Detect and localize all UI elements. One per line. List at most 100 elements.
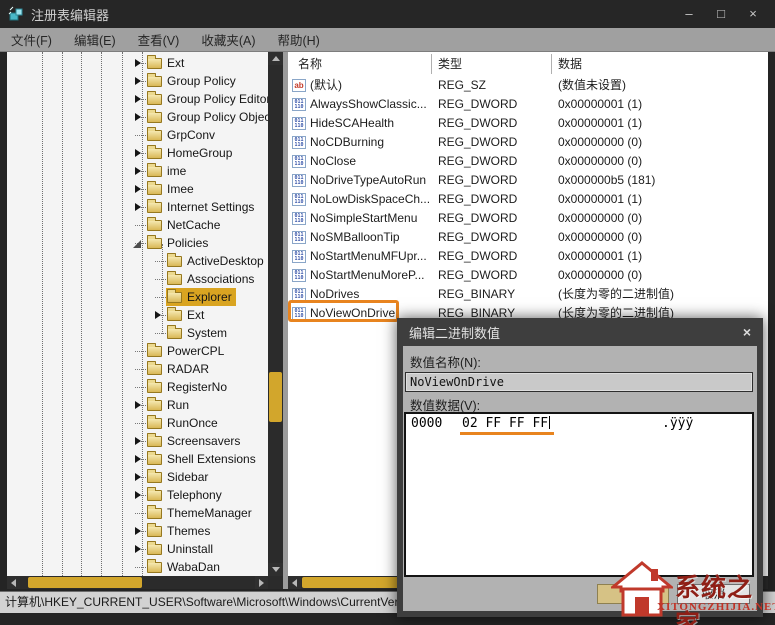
expand-arrow-icon[interactable] — [135, 545, 141, 553]
expand-arrow-icon[interactable] — [135, 455, 141, 463]
column-divider[interactable] — [551, 54, 552, 74]
column-divider[interactable] — [431, 54, 432, 74]
tree-item-themes[interactable]: Themes — [7, 522, 268, 540]
tree-item-activedesktop[interactable]: ActiveDesktop — [7, 252, 268, 270]
maximize-button[interactable]: □ — [705, 0, 737, 28]
tree-item-ext[interactable]: Ext — [7, 54, 268, 72]
dialog-title-bar: 编辑二进制数值 × — [397, 318, 763, 346]
tree-item-runonce[interactable]: RunOnce — [7, 414, 268, 432]
tree-item-group-policy[interactable]: Group Policy — [7, 72, 268, 90]
column-header-data[interactable]: 数据 — [558, 52, 582, 76]
expand-arrow-icon[interactable] — [135, 95, 141, 103]
ok-button[interactable]: 确定 — [597, 584, 669, 604]
menu-help[interactable]: 帮助(H) — [266, 30, 330, 49]
expand-arrow-icon[interactable] — [135, 113, 141, 121]
tree-item-telephony[interactable]: Telephony — [7, 486, 268, 504]
tree-item-ext-child[interactable]: Ext — [7, 306, 268, 324]
value-row[interactable]: NoStartMenuMoreP...REG_DWORD0x00000000 (… — [288, 266, 768, 285]
tree-item-grpconv[interactable]: GrpConv — [7, 126, 268, 144]
value-row[interactable]: NoLowDiskSpaceCh...REG_DWORD0x00000001 (… — [288, 190, 768, 209]
tree-item-system[interactable]: System — [7, 324, 268, 342]
hex-editor-area[interactable]: 0000 02 FF FF FF .ÿÿÿ — [404, 412, 754, 577]
tree-item-wabadan[interactable]: WabaDan — [7, 558, 268, 576]
registry-tree-panel: Ext Group Policy Group Policy Editor Gro… — [7, 52, 268, 576]
value-row[interactable]: NoCloseREG_DWORD0x00000000 (0) — [288, 152, 768, 171]
value-row[interactable]: NoSimpleStartMenuREG_DWORD0x00000000 (0) — [288, 209, 768, 228]
value-row[interactable]: HideSCAHealthREG_DWORD0x00000001 (1) — [288, 114, 768, 133]
value-name-field[interactable]: NoViewOnDrive — [405, 372, 753, 392]
menu-file[interactable]: 文件(F) — [0, 30, 63, 49]
tree-item-sidebar[interactable]: Sidebar — [7, 468, 268, 486]
expand-arrow-icon[interactable] — [135, 203, 141, 211]
tree-vertical-scrollbar[interactable] — [268, 52, 283, 576]
hex-bytes[interactable]: 02 FF FF FF — [462, 416, 550, 432]
folder-icon — [167, 274, 182, 285]
folder-icon — [147, 490, 162, 501]
value-row[interactable]: NoDriveTypeAutoRunREG_DWORD0x000000b5 (1… — [288, 171, 768, 190]
folder-icon — [147, 436, 162, 447]
menu-view[interactable]: 查看(V) — [127, 30, 191, 49]
tree-item-ime[interactable]: ime — [7, 162, 268, 180]
tree-item-group-policy-objects[interactable]: Group Policy Objec — [7, 108, 268, 126]
value-row-default[interactable]: (默认)REG_SZ(数值未设置) — [288, 76, 768, 95]
column-header-type[interactable]: 类型 — [438, 52, 462, 76]
close-button[interactable]: × — [737, 0, 769, 28]
menu-edit[interactable]: 编辑(E) — [63, 30, 127, 49]
collapse-arrow-icon[interactable] — [133, 240, 141, 248]
tree-item-powercpl[interactable]: PowerCPL — [7, 342, 268, 360]
tree-item-shell-extensions[interactable]: Shell Extensions — [7, 450, 268, 468]
column-header-name[interactable]: 名称 — [298, 52, 322, 76]
expand-arrow-icon[interactable] — [155, 311, 161, 319]
scroll-right-button[interactable] — [255, 576, 268, 589]
dialog-close-icon[interactable]: × — [743, 324, 751, 340]
scroll-up-button[interactable] — [268, 52, 283, 65]
binary-value-icon — [292, 231, 306, 244]
folder-icon — [147, 238, 162, 249]
value-row[interactable]: AlwaysShowClassic...REG_DWORD0x00000001 … — [288, 95, 768, 114]
tree-item-policies[interactable]: Policies — [7, 234, 268, 252]
tree-item-group-policy-editor[interactable]: Group Policy Editor — [7, 90, 268, 108]
expand-arrow-icon[interactable] — [135, 527, 141, 535]
value-row[interactable]: NoCDBurningREG_DWORD0x00000000 (0) — [288, 133, 768, 152]
tree-item-uninstall[interactable]: Uninstall — [7, 540, 268, 558]
tree-item-netcache[interactable]: NetCache — [7, 216, 268, 234]
scroll-left-button[interactable] — [288, 576, 301, 589]
tree-item-registerno[interactable]: RegisterNo — [7, 378, 268, 396]
cancel-button[interactable]: 取消 — [677, 584, 750, 604]
folder-icon — [147, 364, 162, 375]
edit-binary-value-dialog: 编辑二进制数值 × 数值名称(N): NoViewOnDrive 数值数据(V)… — [397, 318, 763, 617]
expand-arrow-icon[interactable] — [135, 437, 141, 445]
tree-item-run[interactable]: Run — [7, 396, 268, 414]
expand-arrow-icon[interactable] — [135, 149, 141, 157]
annotation-highlight-box — [288, 300, 399, 322]
tree-item-imee[interactable]: Imee — [7, 180, 268, 198]
tree-horizontal-scrollbar[interactable] — [7, 576, 268, 589]
expand-arrow-icon[interactable] — [135, 77, 141, 85]
minimize-button[interactable]: – — [673, 0, 705, 28]
tree-item-internet-settings[interactable]: Internet Settings — [7, 198, 268, 216]
binary-value-icon — [292, 250, 306, 263]
expand-arrow-icon[interactable] — [135, 401, 141, 409]
expand-arrow-icon[interactable] — [135, 185, 141, 193]
vertical-scroll-thumb[interactable] — [269, 372, 282, 422]
expand-arrow-icon[interactable] — [135, 473, 141, 481]
tree-item-thememanager[interactable]: ThemeManager — [7, 504, 268, 522]
value-row[interactable]: NoSMBalloonTipREG_DWORD0x00000000 (0) — [288, 228, 768, 247]
scroll-left-button[interactable] — [7, 576, 20, 589]
value-row[interactable]: NoStartMenuMFUpr...REG_DWORD0x00000001 (… — [288, 247, 768, 266]
scroll-down-button[interactable] — [268, 563, 283, 576]
folder-icon — [167, 310, 182, 321]
tree-item-screensavers[interactable]: Screensavers — [7, 432, 268, 450]
expand-arrow-icon[interactable] — [135, 59, 141, 67]
expand-arrow-icon[interactable] — [135, 491, 141, 499]
expand-arrow-icon[interactable] — [135, 167, 141, 175]
hex-ascii: .ÿÿÿ — [662, 416, 693, 432]
folder-icon — [147, 508, 162, 519]
horizontal-scroll-thumb[interactable] — [28, 577, 142, 588]
folder-icon — [147, 220, 162, 231]
tree-item-homegroup[interactable]: HomeGroup — [7, 144, 268, 162]
tree-item-associations[interactable]: Associations — [7, 270, 268, 288]
tree-item-explorer-selected[interactable]: Explorer — [7, 288, 268, 306]
menu-favorites[interactable]: 收藏夹(A) — [190, 30, 266, 49]
tree-item-radar[interactable]: RADAR — [7, 360, 268, 378]
